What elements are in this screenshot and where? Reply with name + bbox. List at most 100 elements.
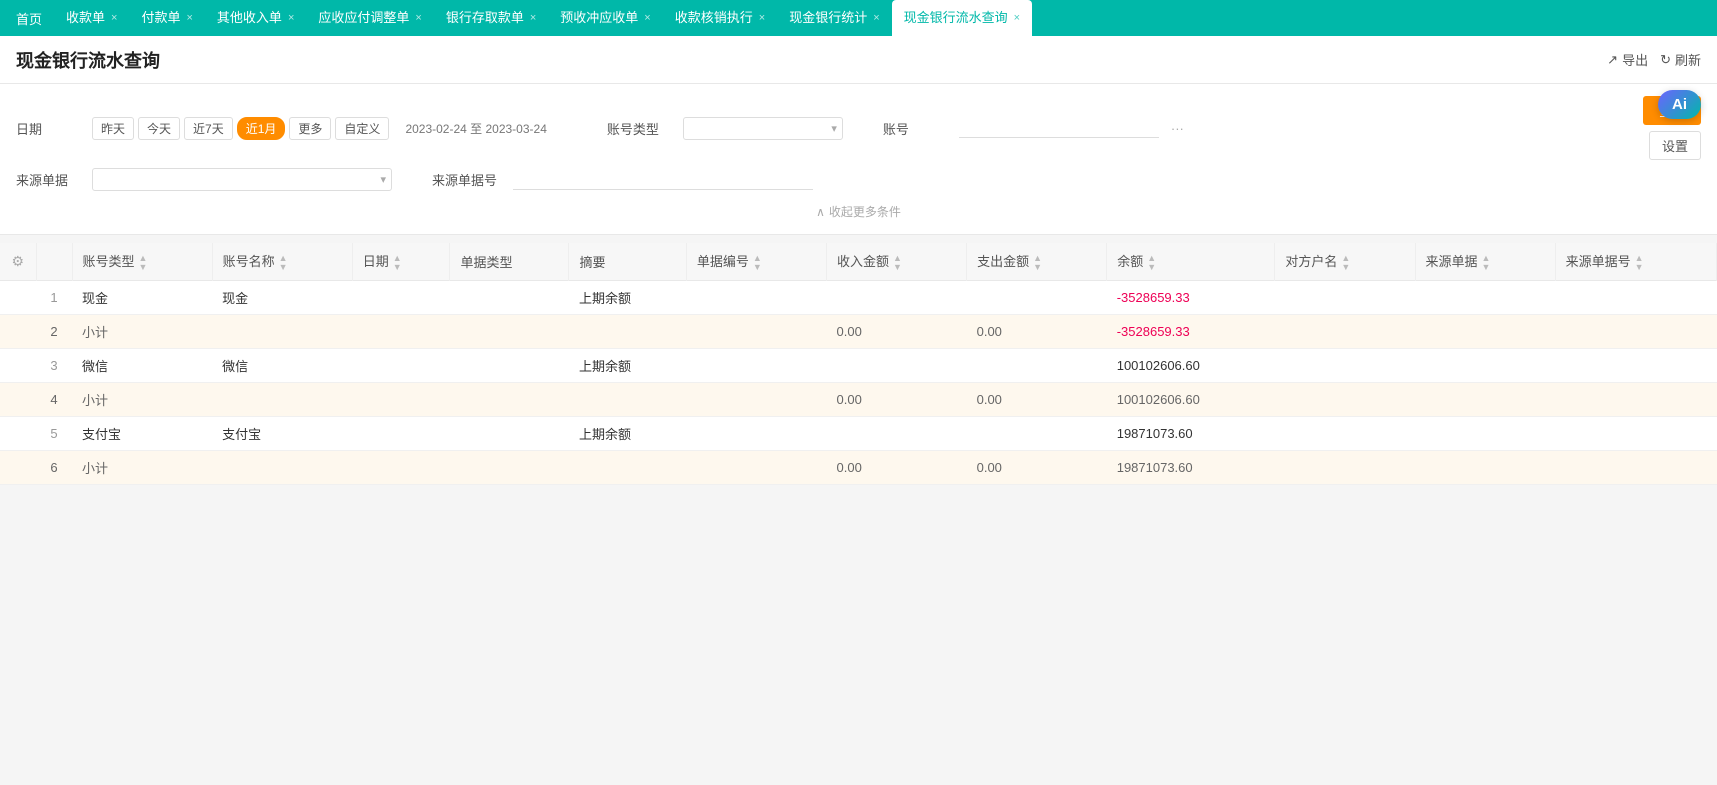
- date-btn-更多[interactable]: 更多: [289, 117, 331, 140]
- col-header-source_doc_no[interactable]: 来源单据号▲▼: [1555, 243, 1716, 280]
- cell-account_type: 现金: [72, 280, 212, 314]
- cell-expense: [967, 348, 1107, 382]
- tab-close-icon[interactable]: ×: [111, 0, 117, 36]
- row-num: 5: [36, 416, 72, 450]
- col-header-doc_no[interactable]: 单据编号▲▼: [686, 243, 826, 280]
- cell-date: [352, 382, 450, 416]
- table-row[interactable]: 1现金现金上期余额-3528659.33: [0, 280, 1717, 314]
- nav-tab-现金银行统计[interactable]: 现金银行统计×: [777, 0, 891, 36]
- date-btn-近7天[interactable]: 近7天: [184, 117, 233, 140]
- cell-account_name: [212, 314, 352, 348]
- cell-income: [827, 416, 967, 450]
- more-dots-icon[interactable]: ···: [1171, 121, 1184, 136]
- account-input[interactable]: [959, 118, 1159, 138]
- cell-account_name: 现金: [212, 280, 352, 314]
- cell-income: [827, 348, 967, 382]
- date-range: 2023-02-24 至 2023-03-24: [405, 120, 546, 137]
- nav-tab-收款单[interactable]: 收款单×: [54, 0, 129, 36]
- sort-icon-source_doc[interactable]: ▲▼: [1482, 254, 1491, 272]
- tab-close-icon[interactable]: ×: [644, 0, 650, 36]
- refresh-icon: ↻: [1660, 52, 1671, 68]
- table-row[interactable]: 4小计0.000.00100102606.60: [0, 382, 1717, 416]
- sort-icon-counterpart[interactable]: ▲▼: [1341, 254, 1350, 272]
- nav-tab-应收应付调整单[interactable]: 应收应付调整单×: [306, 0, 433, 36]
- sort-icon-income[interactable]: ▲▼: [893, 254, 902, 272]
- date-btn-今天[interactable]: 今天: [138, 117, 180, 140]
- row-gear-cell: [0, 450, 36, 484]
- tab-close-icon[interactable]: ×: [873, 0, 879, 36]
- source-doc-select[interactable]: [92, 168, 392, 191]
- cell-summary: [569, 314, 686, 348]
- cell-account_type: 小计: [72, 314, 212, 348]
- tab-close-icon[interactable]: ×: [415, 0, 421, 36]
- cell-date: [352, 280, 450, 314]
- data-table: ⚙账号类型▲▼账号名称▲▼日期▲▼单据类型摘要单据编号▲▼收入金额▲▼支出金额▲…: [0, 243, 1717, 485]
- settings-button[interactable]: 设置: [1649, 131, 1701, 160]
- row-gear-cell: [0, 416, 36, 450]
- col-header-date[interactable]: 日期▲▼: [352, 243, 450, 280]
- date-label: 日期: [16, 119, 76, 138]
- cell-account_name: [212, 450, 352, 484]
- col-header-balance[interactable]: 余额▲▼: [1107, 243, 1275, 280]
- refresh-button[interactable]: ↻ 刷新: [1660, 50, 1701, 69]
- collapse-bar[interactable]: ∧ 收起更多条件: [16, 199, 1701, 226]
- table-row[interactable]: 2小计0.000.00-3528659.33: [0, 314, 1717, 348]
- nav-tab-银行存取款单[interactable]: 银行存取款单×: [434, 0, 548, 36]
- cell-expense: 0.00: [967, 450, 1107, 484]
- filter-row-date: 日期 昨天今天近7天近1月更多自定义 2023-02-24 至 2023-03-…: [16, 96, 1701, 160]
- col-header-source_doc[interactable]: 来源单据▲▼: [1415, 243, 1555, 280]
- nav-tab-其他收入单[interactable]: 其他收入单×: [205, 0, 306, 36]
- export-button[interactable]: ↗ 导出: [1607, 50, 1648, 69]
- ai-badge[interactable]: Ai: [1658, 90, 1701, 119]
- cell-source_doc: [1415, 416, 1555, 450]
- cell-counterpart: [1275, 416, 1415, 450]
- cell-source_doc_no: [1555, 382, 1716, 416]
- gear-icon[interactable]: ⚙: [11, 253, 24, 269]
- tab-close-icon[interactable]: ×: [186, 0, 192, 36]
- cell-account_type: 支付宝: [72, 416, 212, 450]
- col-header-expense[interactable]: 支出金额▲▼: [967, 243, 1107, 280]
- tab-close-icon[interactable]: ×: [759, 0, 765, 36]
- col-header-account_type[interactable]: 账号类型▲▼: [72, 243, 212, 280]
- cell-date: [352, 450, 450, 484]
- sort-icon-source_doc_no[interactable]: ▲▼: [1635, 254, 1644, 272]
- tab-close-icon[interactable]: ×: [288, 0, 294, 36]
- col-header-counterpart[interactable]: 对方户名▲▼: [1275, 243, 1415, 280]
- sort-icon-doc_no[interactable]: ▲▼: [753, 254, 762, 272]
- row-gear-cell: [0, 314, 36, 348]
- sort-icon-expense[interactable]: ▲▼: [1033, 254, 1042, 272]
- table-row[interactable]: 5支付宝支付宝上期余额19871073.60: [0, 416, 1717, 450]
- nav-tab-收款核销执行[interactable]: 收款核销执行×: [663, 0, 777, 36]
- cell-summary: 上期余额: [569, 416, 686, 450]
- table-row[interactable]: 6小计0.000.0019871073.60: [0, 450, 1717, 484]
- nav-tab-现金银行流水查询[interactable]: 现金银行流水查询×: [892, 0, 1032, 36]
- nav-tab-预收冲应收单[interactable]: 预收冲应收单×: [548, 0, 662, 36]
- col-header-income[interactable]: 收入金额▲▼: [827, 243, 967, 280]
- col-header-account_name[interactable]: 账号名称▲▼: [212, 243, 352, 280]
- cell-counterpart: [1275, 314, 1415, 348]
- cell-summary: [569, 450, 686, 484]
- nav-home[interactable]: 首页: [4, 9, 54, 28]
- sort-icon-balance[interactable]: ▲▼: [1147, 254, 1156, 272]
- cell-source_doc: [1415, 348, 1555, 382]
- cell-account_name: 微信: [212, 348, 352, 382]
- cell-source_doc: [1415, 280, 1555, 314]
- page-title: 现金银行流水查询: [16, 47, 160, 73]
- sort-icon-date[interactable]: ▲▼: [393, 254, 402, 272]
- date-btn-近1月[interactable]: 近1月: [237, 117, 286, 140]
- cell-date: [352, 348, 450, 382]
- source-doc-num-input[interactable]: [513, 170, 813, 190]
- cell-counterpart: [1275, 382, 1415, 416]
- table-row[interactable]: 3微信微信上期余额100102606.60: [0, 348, 1717, 382]
- date-btn-昨天[interactable]: 昨天: [92, 117, 134, 140]
- date-btn-自定义[interactable]: 自定义: [335, 117, 389, 140]
- nav-tab-付款单[interactable]: 付款单×: [129, 0, 204, 36]
- sort-icon-account_name[interactable]: ▲▼: [279, 254, 288, 272]
- cell-balance: 100102606.60: [1107, 348, 1275, 382]
- cell-counterpart: [1275, 348, 1415, 382]
- tab-close-icon[interactable]: ×: [1014, 0, 1020, 36]
- account-type-select[interactable]: [683, 117, 843, 140]
- account-label: 账号: [883, 119, 943, 138]
- sort-icon-account_type[interactable]: ▲▼: [139, 254, 148, 272]
- tab-close-icon[interactable]: ×: [530, 0, 536, 36]
